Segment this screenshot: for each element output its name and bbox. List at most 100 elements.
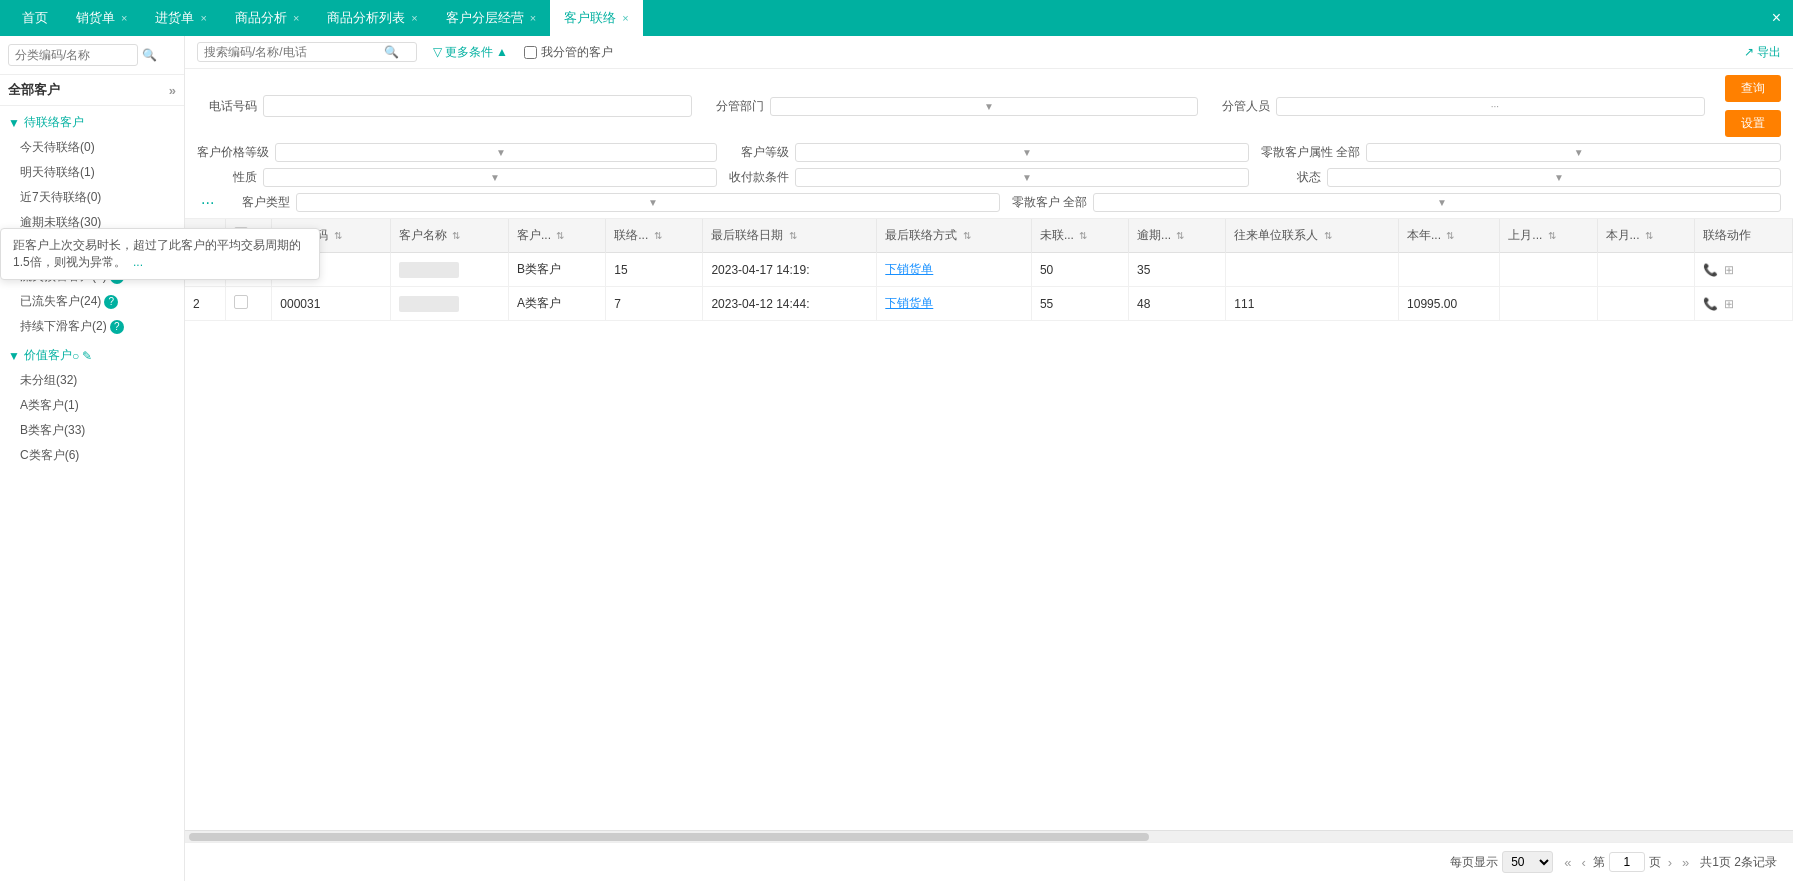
waiting-7days[interactable]: 近7天待联络(0) <box>0 185 184 210</box>
row-checkbox[interactable] <box>234 295 248 309</box>
action-more-icon[interactable]: ⊞ <box>1724 263 1734 277</box>
category-search-icon[interactable]: 🔍 <box>142 48 157 62</box>
status-label: 状态 <box>1261 169 1321 186</box>
value-a-class[interactable]: A类客户(1) <box>0 393 184 418</box>
row-last-method-link[interactable]: 下销货单 <box>885 296 933 310</box>
row-not-contact: 55 <box>1031 287 1128 321</box>
value-group: ▼ 价值客户 ○ ✎ 未分组(32) A类客户(1) B类客户(33) C类客户… <box>0 339 184 472</box>
price-level-select[interactable]: ▼ <box>275 143 717 162</box>
col-last-contact-method[interactable]: 最后联络方式 ⇅ <box>877 219 1032 253</box>
scrollbar-thumb[interactable] <box>189 833 1149 841</box>
prev-page-btn[interactable]: ‹ <box>1578 855 1588 870</box>
more-filter-dots[interactable]: ··· <box>197 194 218 212</box>
last-page-btn[interactable]: » <box>1679 855 1692 870</box>
scatter-attr-chevron-icon: ▼ <box>1574 147 1774 158</box>
col-this-year[interactable]: 本年... ⇅ <box>1399 219 1500 253</box>
page-number-input[interactable] <box>1609 852 1645 872</box>
nav-purchase-order[interactable]: 进货单 × <box>141 0 220 36</box>
action-phone-icon[interactable]: 📞 <box>1703 297 1718 311</box>
main-layout: 🔍 全部客户 » ▼ 待联络客户 今天待联络(0) 明天待联络(1) 近7天待联… <box>0 36 1793 881</box>
row-contact: 7 <box>606 287 703 321</box>
waiting-tomorrow[interactable]: 明天待联络(1) <box>0 160 184 185</box>
waiting-group-header[interactable]: ▼ 待联络客户 <box>0 110 184 135</box>
nav-sales-order[interactable]: 销货单 × <box>62 0 141 36</box>
col-action: 联络动作 <box>1694 219 1792 253</box>
nature-select[interactable]: ▼ <box>263 168 717 187</box>
advanced-filter: 电话号码 分管部门 ▼ 分管人员 ··· <box>185 69 1793 219</box>
filter-row-2: 客户价格等级 ▼ 客户等级 ▼ 零散客户属性 全部 <box>197 143 1781 162</box>
close-product-analysis-list-icon[interactable]: × <box>411 12 417 24</box>
col-contact-count[interactable]: 联络... ⇅ <box>606 219 703 253</box>
more-conditions-chevron-icon: ▲ <box>496 45 508 59</box>
search-icon[interactable]: 🔍 <box>384 45 399 59</box>
already-lost-item[interactable]: 已流失客户(24) ? <box>0 289 184 314</box>
nav-customer-tier[interactable]: 客户分层经营 × <box>432 0 550 36</box>
status-select[interactable]: ▼ <box>1327 168 1781 187</box>
action-more-icon[interactable]: ⊞ <box>1724 297 1734 311</box>
row-last-method: 下销货单 <box>877 287 1032 321</box>
value-ungroup[interactable]: 未分组(32) <box>0 368 184 393</box>
value-group-header[interactable]: ▼ 价值客户 ○ ✎ <box>0 343 184 368</box>
first-page-btn[interactable]: « <box>1561 855 1574 870</box>
value-group-label: 价值客户 <box>24 347 72 364</box>
scatter-customer-select[interactable]: ▼ <box>1093 193 1781 212</box>
next-page-btn[interactable]: › <box>1665 855 1675 870</box>
col-unit-contact[interactable]: 往来单位联系人 ⇅ <box>1226 219 1399 253</box>
my-customers-checkbox[interactable] <box>524 46 537 59</box>
dept-select[interactable]: ▼ <box>770 97 1199 116</box>
col-overdue[interactable]: 逾期... ⇅ <box>1129 219 1226 253</box>
per-page-select[interactable]: 50 20 100 <box>1502 851 1553 873</box>
nature-chevron-icon: ▼ <box>490 172 710 183</box>
more-conditions-btn[interactable]: ▽ 更多条件 ▲ <box>425 44 516 61</box>
close-sales-order-icon[interactable]: × <box>121 12 127 24</box>
keep-declining-item[interactable]: 持续下滑客户(2) ? <box>0 314 184 339</box>
col-last-month[interactable]: 上月... ⇅ <box>1500 219 1597 253</box>
value-c-class[interactable]: C类客户(6) <box>0 443 184 468</box>
close-customer-contact-icon[interactable]: × <box>622 12 628 24</box>
page-label: 第 <box>1593 854 1605 871</box>
nav-product-analysis-list[interactable]: 商品分析列表 × <box>313 0 431 36</box>
query-button[interactable]: 查询 <box>1725 75 1781 102</box>
row-last-method-link[interactable]: 下销货单 <box>885 262 933 276</box>
window-close-icon[interactable]: × <box>1772 9 1781 27</box>
value-b-class[interactable]: B类客户(33) <box>0 418 184 443</box>
customer-level-select[interactable]: ▼ <box>795 143 1249 162</box>
already-lost-info-icon[interactable]: ? <box>104 295 118 309</box>
nav-home[interactable]: 首页 <box>8 0 62 36</box>
nature-label: 性质 <box>197 169 257 186</box>
category-search-input[interactable] <box>8 44 138 66</box>
nav-product-analysis[interactable]: 商品分析 × <box>221 0 313 36</box>
price-level-field: 客户价格等级 ▼ <box>197 143 717 162</box>
settings-button[interactable]: 设置 <box>1725 110 1781 137</box>
col-this-month[interactable]: 本月... ⇅ <box>1597 219 1694 253</box>
action-phone-icon[interactable]: 📞 <box>1703 263 1718 277</box>
sidebar: 🔍 全部客户 » ▼ 待联络客户 今天待联络(0) 明天待联络(1) 近7天待联… <box>0 36 185 881</box>
close-purchase-order-icon[interactable]: × <box>200 12 206 24</box>
nav-customer-contact[interactable]: 客户联络 × <box>550 0 642 36</box>
keep-declining-info-icon[interactable]: ? <box>110 320 124 334</box>
tooltip-box: 距客户上次交易时长，超过了此客户的平均交易周期的1.5倍，则视为异常。 ... <box>185 228 320 280</box>
page-nav: « ‹ 第 页 › » <box>1561 852 1692 872</box>
search-wrap: 🔍 <box>197 42 417 62</box>
data-table-wrap: ⚙ 客户编码 ⇅ 客户名称 ⇅ 客户... ⇅ <box>185 219 1793 830</box>
customer-type-select[interactable]: ▼ <box>296 193 999 212</box>
col-name[interactable]: 客户名称 ⇅ <box>390 219 508 253</box>
payment-select[interactable]: ▼ <box>795 168 1249 187</box>
row-last-month <box>1500 253 1597 287</box>
close-customer-tier-icon[interactable]: × <box>530 12 536 24</box>
search-input[interactable] <box>204 45 384 59</box>
content-area: 距客户上次交易时长，超过了此客户的平均交易周期的1.5倍，则视为异常。 ... … <box>185 36 1793 881</box>
export-btn[interactable]: ↗ 导出 <box>1744 44 1781 61</box>
horizontal-scrollbar[interactable] <box>185 830 1793 842</box>
col-level[interactable]: 客户... ⇅ <box>509 219 606 253</box>
phone-input[interactable] <box>263 95 692 117</box>
sidebar-collapse-icon[interactable]: » <box>169 83 176 98</box>
filter-row-3: 性质 ▼ 收付款条件 ▼ 状态 <box>197 168 1781 187</box>
close-product-analysis-icon[interactable]: × <box>293 12 299 24</box>
col-last-contact-date[interactable]: 最后联络日期 ⇅ <box>703 219 877 253</box>
person-select[interactable]: ··· <box>1276 97 1705 116</box>
value-group-edit-icon[interactable]: ○ ✎ <box>72 349 93 363</box>
col-not-contact[interactable]: 未联... ⇅ <box>1031 219 1128 253</box>
waiting-today[interactable]: 今天待联络(0) <box>0 135 184 160</box>
scatter-attr-select[interactable]: ▼ <box>1366 143 1781 162</box>
